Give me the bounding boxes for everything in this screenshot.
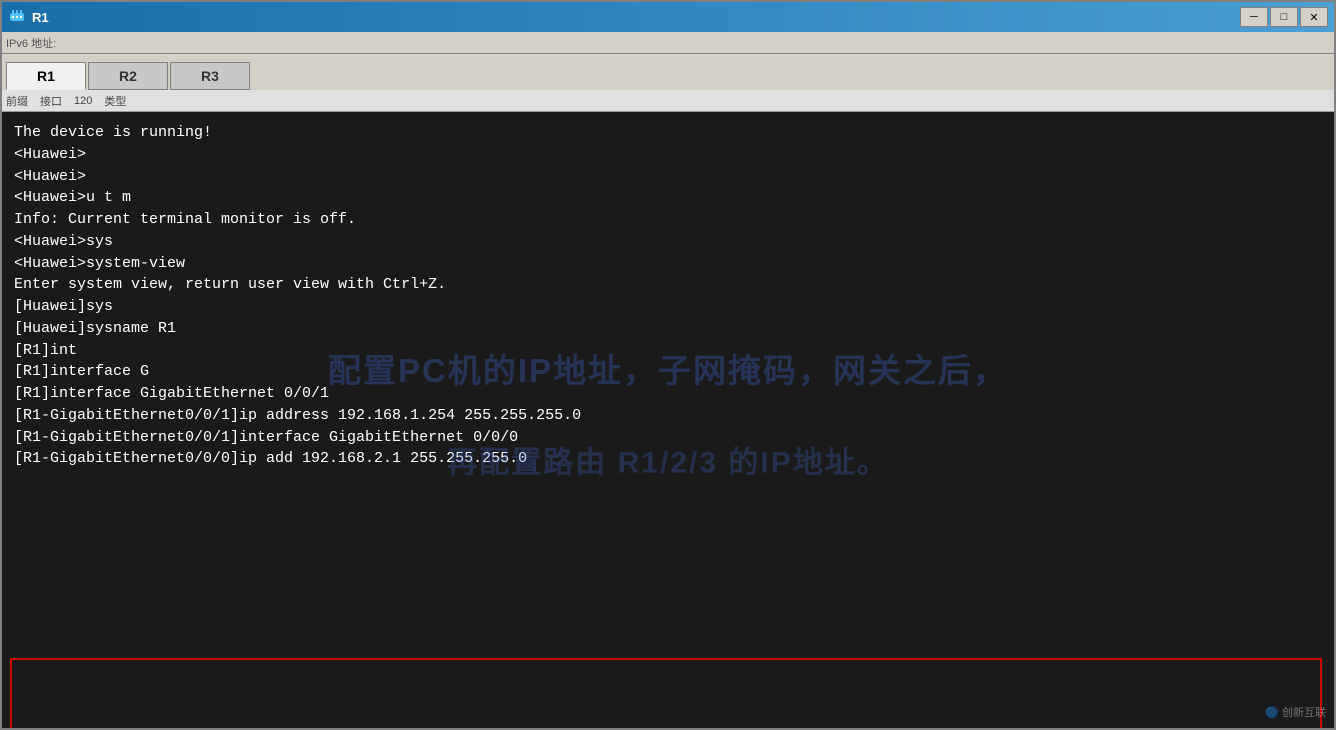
maximize-button[interactable]: □: [1270, 7, 1298, 27]
terminal-line-2: <Huawei>: [14, 144, 1322, 166]
title-bar-buttons: ─ □ ✕: [1240, 7, 1328, 27]
subtoolbar-item-3: 120: [74, 95, 92, 107]
title-bar: R1 ─ □ ✕: [2, 2, 1334, 32]
router-icon: [8, 8, 26, 26]
terminal-line-8: Enter system view, return user view with…: [14, 274, 1322, 296]
terminal-line-0: The device is running!: [14, 122, 1322, 144]
terminal-line-5: Info: Current terminal monitor is off.: [14, 209, 1322, 231]
tab-r1[interactable]: R1: [6, 62, 86, 90]
terminal-line-9: [Huawei]sys: [14, 296, 1322, 318]
subtoolbar-item-2: 接口: [40, 93, 62, 109]
subtoolbar-item-1: 前缀: [6, 93, 28, 109]
title-bar-left: R1: [8, 8, 49, 26]
terminal-line-10: [Huawei]sysname R1: [14, 318, 1322, 340]
sub-toolbar: 前缀 接口 120 类型: [2, 90, 1334, 112]
close-button[interactable]: ✕: [1300, 7, 1328, 27]
tabs-row: R1 R2 R3: [2, 54, 1334, 90]
terminal-line-14: [R1-GigabitEthernet0/0/1]ip address 192.…: [14, 405, 1322, 427]
tab-r2[interactable]: R2: [88, 62, 168, 90]
terminal-line-12: [R1]interface G: [14, 361, 1322, 383]
terminal-line-15: [R1-GigabitEthernet0/0/1]interface Gigab…: [14, 427, 1322, 449]
terminal-line-11: [R1]int: [14, 340, 1322, 362]
minimize-button[interactable]: ─: [1240, 7, 1268, 27]
terminal-line-6: <Huawei>sys: [14, 231, 1322, 253]
toolbar-text: IPv6 地址:: [6, 35, 56, 51]
tab-r3[interactable]: R3: [170, 62, 250, 90]
main-window: R1 ─ □ ✕ IPv6 地址: R1 R2 R3 前缀 接口 120 类型 …: [0, 0, 1336, 730]
highlight-box: [10, 658, 1322, 728]
window-title: R1: [32, 10, 49, 25]
terminal-line-3: <Huawei>: [14, 166, 1322, 188]
terminal-line-7: <Huawei>system-view: [14, 253, 1322, 275]
terminal-line-4: <Huawei>u t m: [14, 187, 1322, 209]
subtoolbar-item-4: 类型: [104, 93, 126, 109]
toolbar-area: IPv6 地址:: [2, 32, 1334, 54]
terminal-line-13: [R1]interface GigabitEthernet 0/0/1: [14, 383, 1322, 405]
terminal-line-16: [R1-GigabitEthernet0/0/0]ip add 192.168.…: [14, 448, 1322, 470]
logo-watermark: 🔵 创新互联: [1265, 706, 1326, 722]
terminal[interactable]: The device is running! <Huawei> <Huawei>…: [2, 112, 1334, 728]
